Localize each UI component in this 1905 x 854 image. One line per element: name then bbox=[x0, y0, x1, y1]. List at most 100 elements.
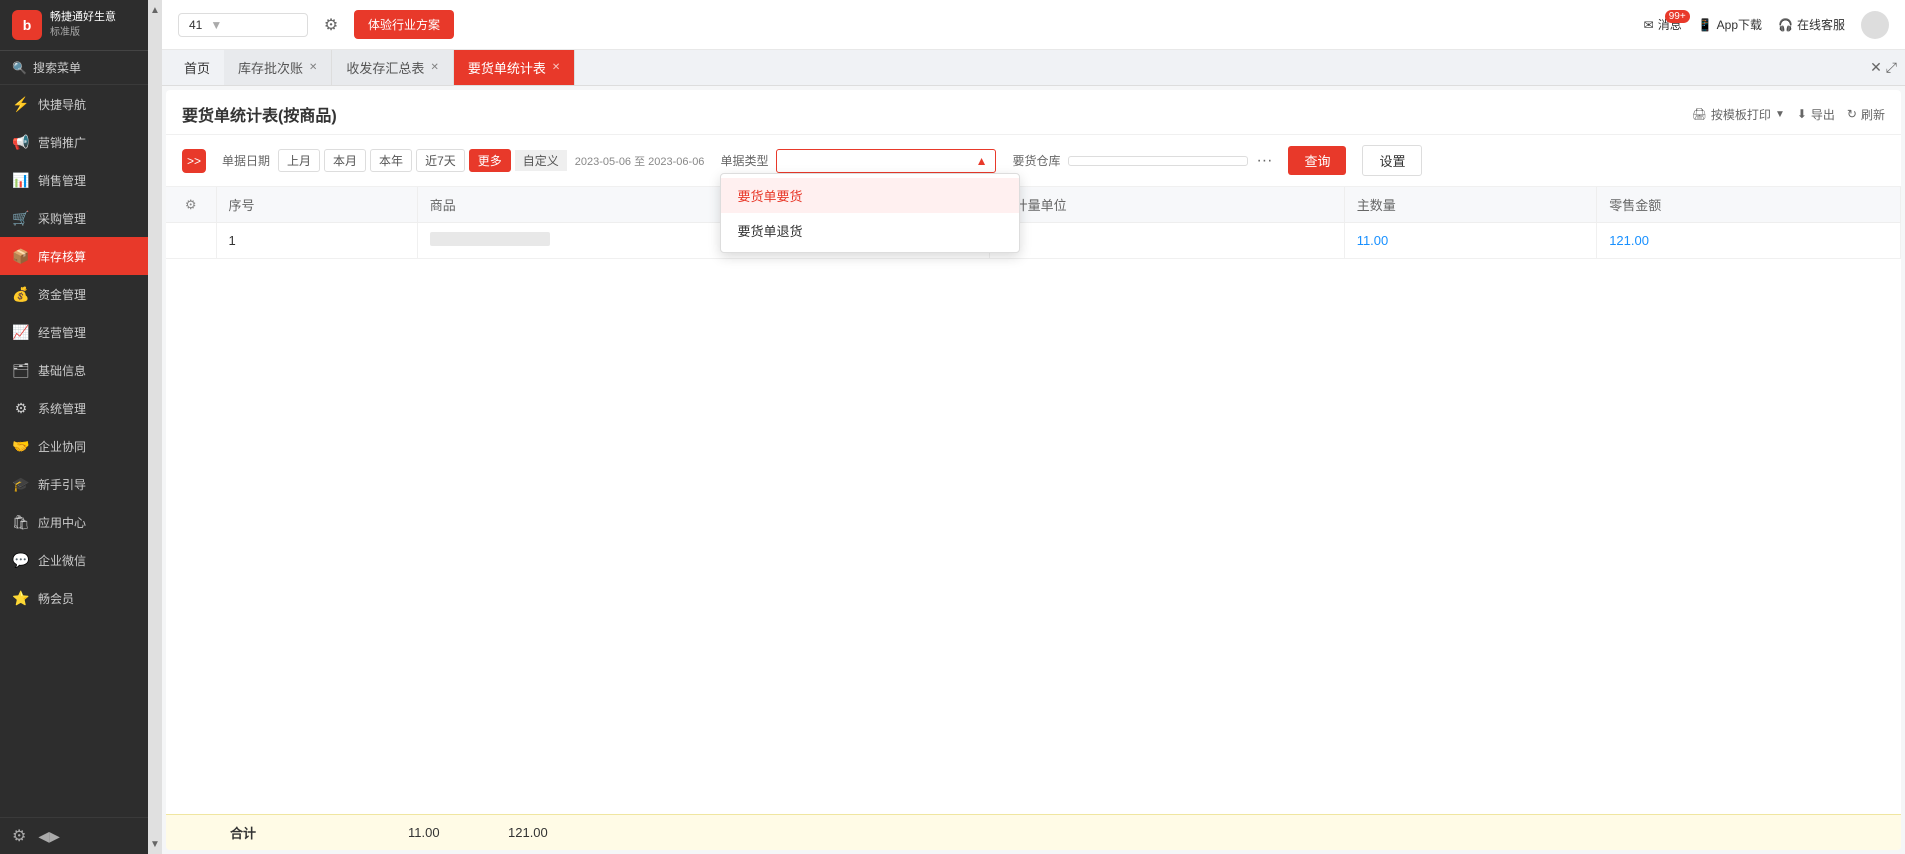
sidebar: b 畅捷通好生意 标准版 🔍 搜索菜单 ⚡ 快捷导航 📢 营销推广 📊 销售管理… bbox=[0, 0, 148, 854]
logo-text: 畅捷通好生意 标准版 bbox=[50, 10, 116, 39]
sidebar-item-newbie[interactable]: 🎓 新手引导 bbox=[0, 465, 148, 503]
scroll-up-arrow[interactable]: ▲ bbox=[148, 0, 162, 20]
date-this-month-btn[interactable]: 本月 bbox=[324, 149, 366, 172]
sidebar-item-basic[interactable]: 🗂 基础信息 bbox=[0, 351, 148, 389]
messages-button[interactable]: ✉ 消息 99+ bbox=[1644, 16, 1682, 33]
date-shortcuts: 上月 本月 本年 近7天 更多 自定义 bbox=[278, 149, 567, 172]
footer-amount: 121.00 bbox=[508, 825, 608, 840]
inventory-icon: 📦 bbox=[12, 247, 30, 265]
system-icon: ⚙ bbox=[12, 399, 30, 417]
sidebar-item-wechat[interactable]: 💬 企业微信 bbox=[0, 541, 148, 579]
topbar-settings-button[interactable]: ⚙ bbox=[316, 10, 346, 40]
tab-maximize-area: ✕ ⤢ bbox=[1870, 59, 1897, 76]
logo-icon: b bbox=[12, 10, 42, 40]
sidebar-item-shortcut[interactable]: ⚡ 快捷导航 bbox=[0, 85, 148, 123]
tab-requisition[interactable]: 要货单统计表 ✕ bbox=[454, 50, 575, 85]
finance-icon: 💰 bbox=[12, 285, 30, 303]
sidebar-item-finance[interactable]: 💰 资金管理 bbox=[0, 275, 148, 313]
cell-unit: 块 bbox=[989, 223, 1344, 259]
app-download-button[interactable]: 📱 App下载 bbox=[1698, 16, 1762, 33]
sidebar-item-marketing[interactable]: 📢 营销推广 bbox=[0, 123, 148, 161]
main-area: 41 ▼ ⚙ 体验行业方案 ✉ 消息 99+ 📱 App下载 🎧 在线客服 bbox=[162, 0, 1905, 854]
sidebar-bottom: ⚙ ◀▶ bbox=[0, 817, 148, 854]
newbie-icon: 🎓 bbox=[12, 475, 30, 493]
footer-label: 合计 bbox=[178, 823, 408, 842]
tab-receivables[interactable]: 收发存汇总表 ✕ bbox=[332, 50, 453, 85]
type-dropdown: 要货单要货 要货单退货 bbox=[720, 173, 1020, 253]
date-range-display: 2023-05-06 至 2023-06-06 bbox=[575, 153, 705, 169]
sidebar-item-member[interactable]: ⭐ 畅会员 bbox=[0, 579, 148, 617]
print-dropdown-icon: ▼ bbox=[1775, 109, 1785, 120]
type-filter-input[interactable]: ▲ bbox=[776, 149, 996, 173]
date-filter-label: 单据日期 bbox=[222, 152, 270, 169]
messages-badge: 99+ bbox=[1665, 10, 1690, 23]
product-placeholder bbox=[430, 232, 550, 246]
more-filters-button[interactable]: ··· bbox=[1256, 152, 1272, 170]
sidebar-item-purchase[interactable]: 🛒 采购管理 bbox=[0, 199, 148, 237]
page-header: 要货单统计表(按商品) 🖨 按模板打印 ▼ ⬇ 导出 ↻ 刷新 bbox=[166, 90, 1901, 135]
export-button[interactable]: ⬇ 导出 bbox=[1797, 106, 1835, 123]
branch-selector[interactable]: 41 ▼ bbox=[178, 13, 308, 37]
member-icon: ⭐ bbox=[12, 589, 30, 607]
sidebar-scrollbar: ▲ ▼ bbox=[148, 0, 162, 854]
sidebar-item-sales[interactable]: 📊 销售管理 bbox=[0, 161, 148, 199]
branch-dropdown-icon: ▼ bbox=[210, 18, 222, 32]
query-button[interactable]: 查询 bbox=[1288, 146, 1346, 175]
online-service-button[interactable]: 🎧 在线客服 bbox=[1778, 16, 1845, 33]
date-this-year-btn[interactable]: 本年 bbox=[370, 149, 412, 172]
date-last-month-btn[interactable]: 上月 bbox=[278, 149, 320, 172]
enterprise-icon: 🤝 bbox=[12, 437, 30, 455]
trial-button[interactable]: 体验行业方案 bbox=[354, 10, 454, 39]
filter-bar: >> 单据日期 上月 本月 本年 近7天 更多 自定义 2023-05-06 至… bbox=[166, 135, 1901, 187]
service-icon: 🎧 bbox=[1778, 18, 1793, 32]
marketing-icon: 📢 bbox=[12, 133, 30, 151]
date-more-btn[interactable]: 更多 bbox=[469, 149, 511, 172]
page-actions: 🖨 按模板打印 ▼ ⬇ 导出 ↻ 刷新 bbox=[1692, 106, 1885, 123]
collapse-icon[interactable]: ◀▶ bbox=[38, 828, 60, 845]
dropdown-item-requisition-return[interactable]: 要货单退货 bbox=[721, 213, 1019, 248]
data-table: ⚙ 序号 商品 主计量单位 主数量 零售金额 1 bbox=[166, 187, 1901, 259]
date-last-7days-btn[interactable]: 近7天 bbox=[416, 149, 465, 172]
tab-close-receivables[interactable]: ✕ bbox=[430, 62, 438, 73]
operation-icon: 📈 bbox=[12, 323, 30, 341]
sidebar-item-appstore[interactable]: 🛍 应用中心 bbox=[0, 503, 148, 541]
print-icon: 🖨 bbox=[1692, 107, 1707, 121]
sidebar-item-operation[interactable]: 📈 经营管理 bbox=[0, 313, 148, 351]
print-template-button[interactable]: 🖨 按模板打印 ▼ bbox=[1692, 106, 1785, 123]
date-custom-btn[interactable]: 自定义 bbox=[515, 150, 567, 171]
sidebar-item-inventory[interactable]: 📦 库存核算 bbox=[0, 237, 148, 275]
column-settings-icon[interactable]: ⚙ bbox=[166, 187, 216, 223]
cell-settings bbox=[166, 223, 216, 259]
tab-close-inventory-batch[interactable]: ✕ bbox=[309, 62, 317, 73]
warehouse-filter-group: 要货仓库 ··· bbox=[1012, 152, 1272, 170]
filter-expand-button[interactable]: >> bbox=[182, 149, 206, 173]
settings-button[interactable]: 设置 bbox=[1362, 145, 1422, 176]
cell-index: 1 bbox=[216, 223, 417, 259]
sidebar-item-enterprise[interactable]: 🤝 企业协同 bbox=[0, 427, 148, 465]
type-filter-label: 单据类型 bbox=[720, 152, 768, 169]
settings-bottom-icon[interactable]: ⚙ bbox=[12, 826, 26, 846]
app-logo: b 畅捷通好生意 标准版 bbox=[0, 0, 148, 51]
table-footer: 合计 11.00 121.00 bbox=[166, 814, 1901, 850]
scroll-down-arrow[interactable]: ▼ bbox=[148, 834, 162, 854]
download-icon: 📱 bbox=[1698, 18, 1713, 32]
sidebar-nav: ⚡ 快捷导航 📢 营销推广 📊 销售管理 🛒 采购管理 📦 库存核算 💰 资金管… bbox=[0, 85, 148, 817]
refresh-button[interactable]: ↻ 刷新 bbox=[1847, 106, 1885, 123]
close-tab-btn[interactable]: ✕ bbox=[1870, 59, 1882, 76]
maximize-tab-btn[interactable]: ⤢ bbox=[1886, 59, 1897, 76]
user-avatar[interactable] bbox=[1861, 11, 1889, 39]
warehouse-filter-input[interactable] bbox=[1068, 156, 1248, 166]
tab-home[interactable]: 首页 bbox=[170, 50, 224, 85]
dropdown-item-requisition-order[interactable]: 要货单要货 bbox=[721, 178, 1019, 213]
sidebar-item-system[interactable]: ⚙ 系统管理 bbox=[0, 389, 148, 427]
tab-close-requisition[interactable]: ✕ bbox=[552, 62, 560, 73]
type-filter-group: 单据类型 ▲ 要货单要货 要货单退货 bbox=[720, 149, 996, 173]
sales-icon: 📊 bbox=[12, 171, 30, 189]
tab-inventory-batch[interactable]: 库存批次账 ✕ bbox=[224, 50, 332, 85]
page-content: 要货单统计表(按商品) 🖨 按模板打印 ▼ ⬇ 导出 ↻ 刷新 >> bbox=[166, 90, 1901, 850]
message-icon: ✉ bbox=[1644, 18, 1654, 32]
sidebar-search[interactable]: 🔍 搜索菜单 bbox=[0, 51, 148, 85]
type-chevron-up-icon: ▲ bbox=[976, 154, 988, 168]
appstore-icon: 🛍 bbox=[12, 513, 30, 531]
cell-amount: 121.00 bbox=[1597, 223, 1901, 259]
